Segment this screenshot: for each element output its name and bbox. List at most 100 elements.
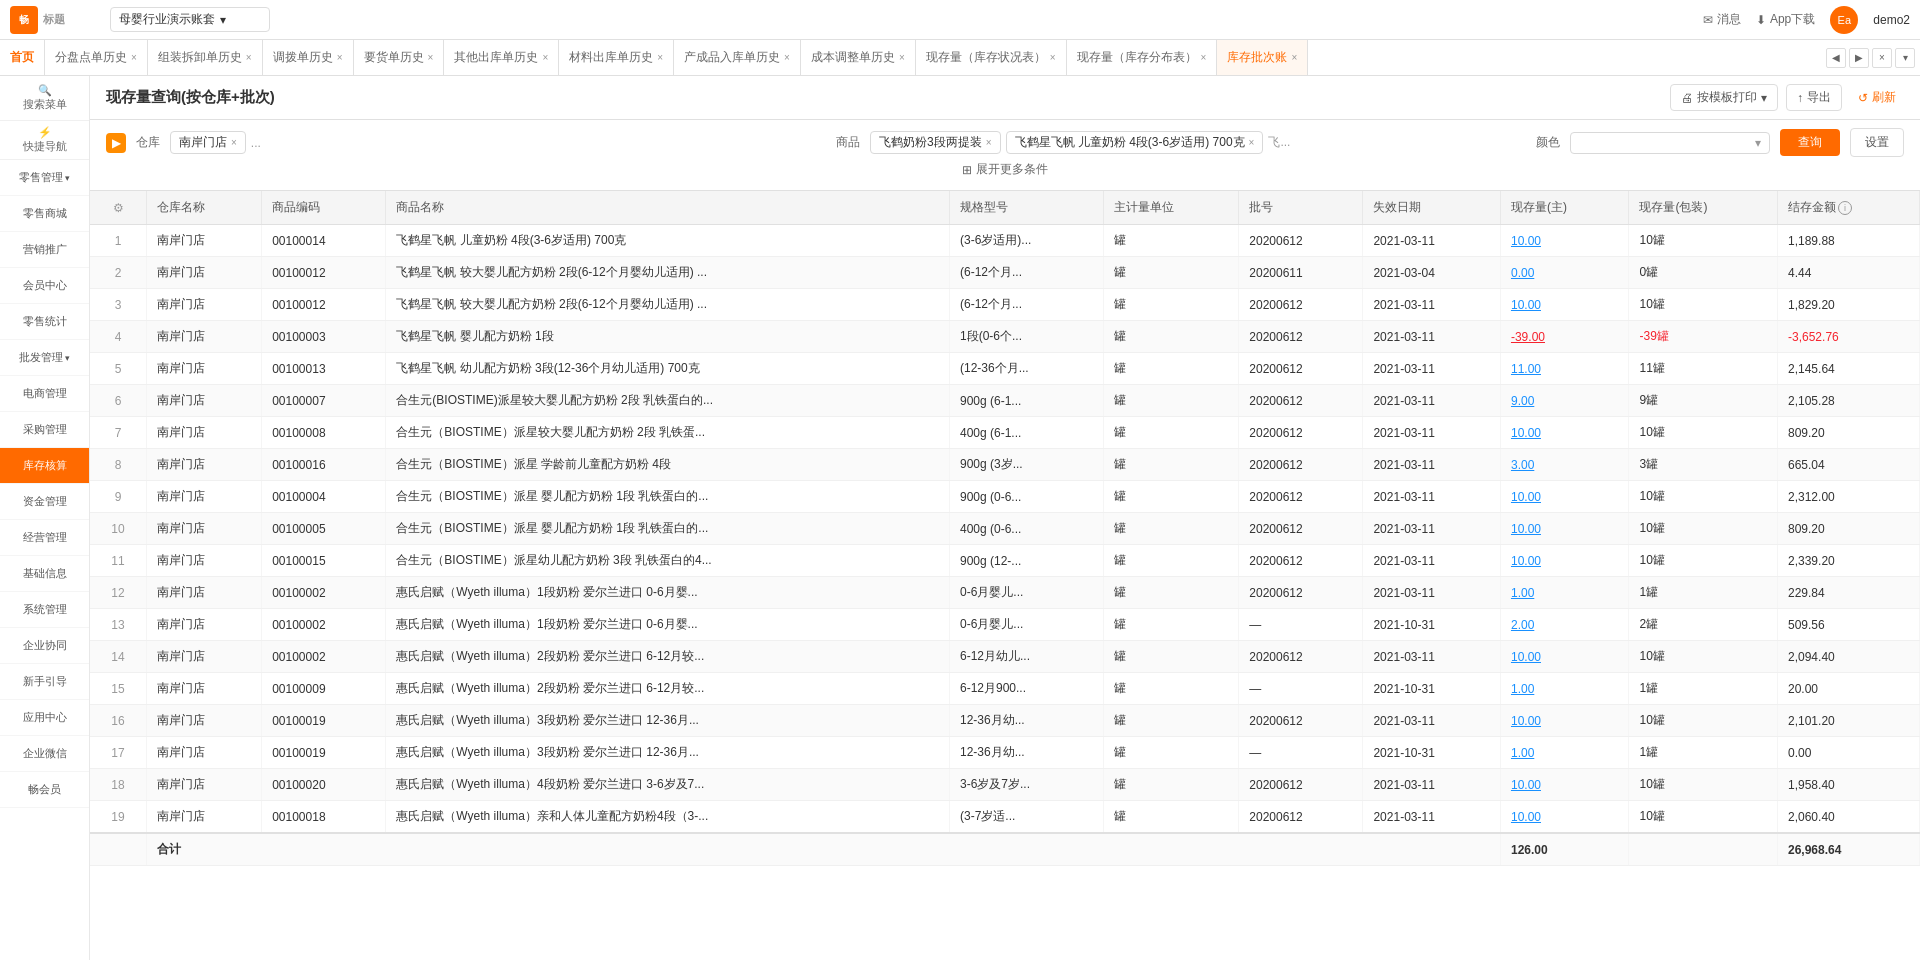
- warehouse-filter-label: 仓库: [136, 134, 160, 151]
- tab-fen-pan-close[interactable]: ×: [131, 52, 137, 63]
- sidebar-item-wechat[interactable]: 企业微信: [0, 736, 89, 772]
- export-button[interactable]: ↑ 导出: [1786, 84, 1842, 111]
- row-stock-main[interactable]: 10.00: [1500, 481, 1629, 513]
- tab-next-button[interactable]: ▶: [1849, 48, 1869, 68]
- row-stock-main[interactable]: 10.00: [1500, 641, 1629, 673]
- tab-diao-bo-close[interactable]: ×: [337, 52, 343, 63]
- tab-ku-cun-pi[interactable]: 库存批次账 ×: [1217, 40, 1308, 76]
- tab-cai-liao-close[interactable]: ×: [657, 52, 663, 63]
- row-stock-main[interactable]: 3.00: [1500, 449, 1629, 481]
- row-stock-main[interactable]: 1.00: [1500, 737, 1629, 769]
- row-spec: 6-12月900...: [949, 673, 1103, 705]
- tab-chan-cheng[interactable]: 产成品入库单历史 ×: [674, 40, 801, 76]
- row-stock-main[interactable]: 10.00: [1500, 225, 1629, 257]
- sidebar-item-marketing[interactable]: 营销推广: [0, 232, 89, 268]
- store-selector[interactable]: 母婴行业演示账套 ▾: [110, 7, 270, 32]
- sidebar-search[interactable]: 🔍 搜索菜单: [0, 76, 89, 121]
- tab-ku-cun-pi-close[interactable]: ×: [1291, 52, 1297, 63]
- sidebar-item-ecommerce[interactable]: 电商管理: [0, 376, 89, 412]
- row-stock-main[interactable]: 10.00: [1500, 769, 1629, 801]
- tab-qi-ta-chu-close[interactable]: ×: [542, 52, 548, 63]
- tab-xian-cun-ku[interactable]: 现存量（库存状况表） ×: [916, 40, 1067, 76]
- tab-cheng-ben-close[interactable]: ×: [899, 52, 905, 63]
- row-stock-main[interactable]: 0.00: [1500, 257, 1629, 289]
- row-unit: 罐: [1104, 449, 1239, 481]
- warehouse-tag-nanan-close[interactable]: ×: [231, 137, 237, 148]
- row-stock-main[interactable]: 10.00: [1500, 545, 1629, 577]
- tab-yao-huo-close[interactable]: ×: [428, 52, 434, 63]
- settings-icon[interactable]: ⚙: [113, 201, 124, 215]
- row-stock-main[interactable]: 1.00: [1500, 673, 1629, 705]
- product-tag-2[interactable]: 飞鹤星飞帆 儿童奶粉 4段(3-6岁适用) 700克 ×: [1006, 131, 1264, 154]
- sidebar-item-inventory[interactable]: 库存核算: [0, 448, 89, 484]
- tab-prev-button[interactable]: ◀: [1826, 48, 1846, 68]
- sidebar-item-finance[interactable]: 资金管理: [0, 484, 89, 520]
- sidebar-item-guide[interactable]: 新手引导: [0, 664, 89, 700]
- row-stock-main[interactable]: 9.00: [1500, 385, 1629, 417]
- table-row: 18南岸门店00100020惠氏启赋（Wyeth illuma）4段奶粉 爱尔兰…: [90, 769, 1920, 801]
- row-stock-main[interactable]: 10.00: [1500, 289, 1629, 321]
- tab-xian-cun-fen-close[interactable]: ×: [1201, 52, 1207, 63]
- row-expiry: 2021-03-11: [1363, 641, 1501, 673]
- sidebar-item-purchase[interactable]: 采购管理: [0, 412, 89, 448]
- amount-info-icon[interactable]: i: [1838, 201, 1852, 215]
- tab-close-all-button[interactable]: ×: [1872, 48, 1892, 68]
- tab-chan-cheng-close[interactable]: ×: [784, 52, 790, 63]
- warehouse-dots[interactable]: ...: [251, 136, 261, 150]
- product-tag-1[interactable]: 飞鹤奶粉3段两提装 ×: [870, 131, 1001, 154]
- sidebar-item-operations[interactable]: 经营管理: [0, 520, 89, 556]
- tab-yao-huo[interactable]: 要货单历史 ×: [354, 40, 445, 76]
- product-dots[interactable]: 飞...: [1268, 134, 1290, 151]
- tab-cai-liao[interactable]: 材料出库单历史 ×: [559, 40, 674, 76]
- row-unit: 罐: [1104, 513, 1239, 545]
- row-stock-main[interactable]: 10.00: [1500, 705, 1629, 737]
- tab-zu-zhuang-close[interactable]: ×: [246, 52, 252, 63]
- product-tag-2-close[interactable]: ×: [1249, 137, 1255, 148]
- tab-xian-cun-fen[interactable]: 现存量（库存分布表） ×: [1067, 40, 1218, 76]
- tab-qi-ta-chu[interactable]: 其他出库单历史 ×: [444, 40, 559, 76]
- message-button[interactable]: ✉ 消息: [1703, 11, 1741, 28]
- refresh-button[interactable]: ↺ 刷新: [1850, 85, 1904, 110]
- setting-button[interactable]: 设置: [1850, 128, 1904, 157]
- row-stock-main[interactable]: -39.00: [1500, 321, 1629, 353]
- tab-diao-bo[interactable]: 调拨单历史 ×: [263, 40, 354, 76]
- row-stock-main[interactable]: 11.00: [1500, 353, 1629, 385]
- print-button[interactable]: 🖨 按模板打印 ▾: [1670, 84, 1778, 111]
- row-stock-main[interactable]: 2.00: [1500, 609, 1629, 641]
- sidebar-item-retail-mgmt[interactable]: 零售管理 ▾: [0, 160, 89, 196]
- tab-zu-zhuang[interactable]: 组装拆卸单历史 ×: [148, 40, 263, 76]
- tab-home[interactable]: 首页: [0, 40, 45, 76]
- sidebar-quick-nav[interactable]: ⚡ 快捷导航: [0, 121, 89, 160]
- query-button[interactable]: 查询: [1780, 129, 1840, 156]
- row-name: 合生元（BIOSTIME）派星 婴儿配方奶粉 1段 乳铁蛋白的...: [386, 481, 950, 513]
- sidebar-item-vip[interactable]: 畅会员: [0, 772, 89, 808]
- sidebar-item-retail-stats[interactable]: 零售统计: [0, 304, 89, 340]
- row-stock-main[interactable]: 10.00: [1500, 801, 1629, 834]
- sidebar-item-system[interactable]: 系统管理: [0, 592, 89, 628]
- warehouse-tag-nanan[interactable]: 南岸门店 ×: [170, 131, 246, 154]
- tab-fen-pan[interactable]: 分盘点单历史 ×: [45, 40, 148, 76]
- sidebar-item-appstore[interactable]: 应用中心: [0, 700, 89, 736]
- row-stock-pkg: 11罐: [1629, 353, 1778, 385]
- row-stock-main[interactable]: 10.00: [1500, 417, 1629, 449]
- sidebar-item-member[interactable]: 会员中心: [0, 268, 89, 304]
- expand-more-button[interactable]: ⊞ 展开更多条件: [106, 157, 1904, 182]
- filter-expand-button[interactable]: ▶: [106, 133, 126, 153]
- col-settings[interactable]: ⚙: [90, 191, 147, 225]
- sidebar-item-retail-mall[interactable]: 零售商城: [0, 196, 89, 232]
- row-stock-main[interactable]: 1.00: [1500, 577, 1629, 609]
- tab-menu-button[interactable]: ▾: [1895, 48, 1915, 68]
- row-batch: 20200612: [1239, 225, 1363, 257]
- user-avatar[interactable]: Ea: [1830, 6, 1858, 34]
- tab-xian-cun-ku-close[interactable]: ×: [1050, 52, 1056, 63]
- row-expiry: 2021-03-11: [1363, 577, 1501, 609]
- download-button[interactable]: ⬇ App下载: [1756, 11, 1815, 28]
- row-amount: 2,105.28: [1778, 385, 1920, 417]
- tab-cheng-ben[interactable]: 成本调整单历史 ×: [801, 40, 916, 76]
- sidebar-item-collab[interactable]: 企业协同: [0, 628, 89, 664]
- product-tag-1-close[interactable]: ×: [986, 137, 992, 148]
- sidebar-item-basic-info[interactable]: 基础信息: [0, 556, 89, 592]
- sidebar-item-wholesale[interactable]: 批发管理 ▾: [0, 340, 89, 376]
- color-filter-input[interactable]: ▾: [1570, 132, 1770, 154]
- row-stock-main[interactable]: 10.00: [1500, 513, 1629, 545]
